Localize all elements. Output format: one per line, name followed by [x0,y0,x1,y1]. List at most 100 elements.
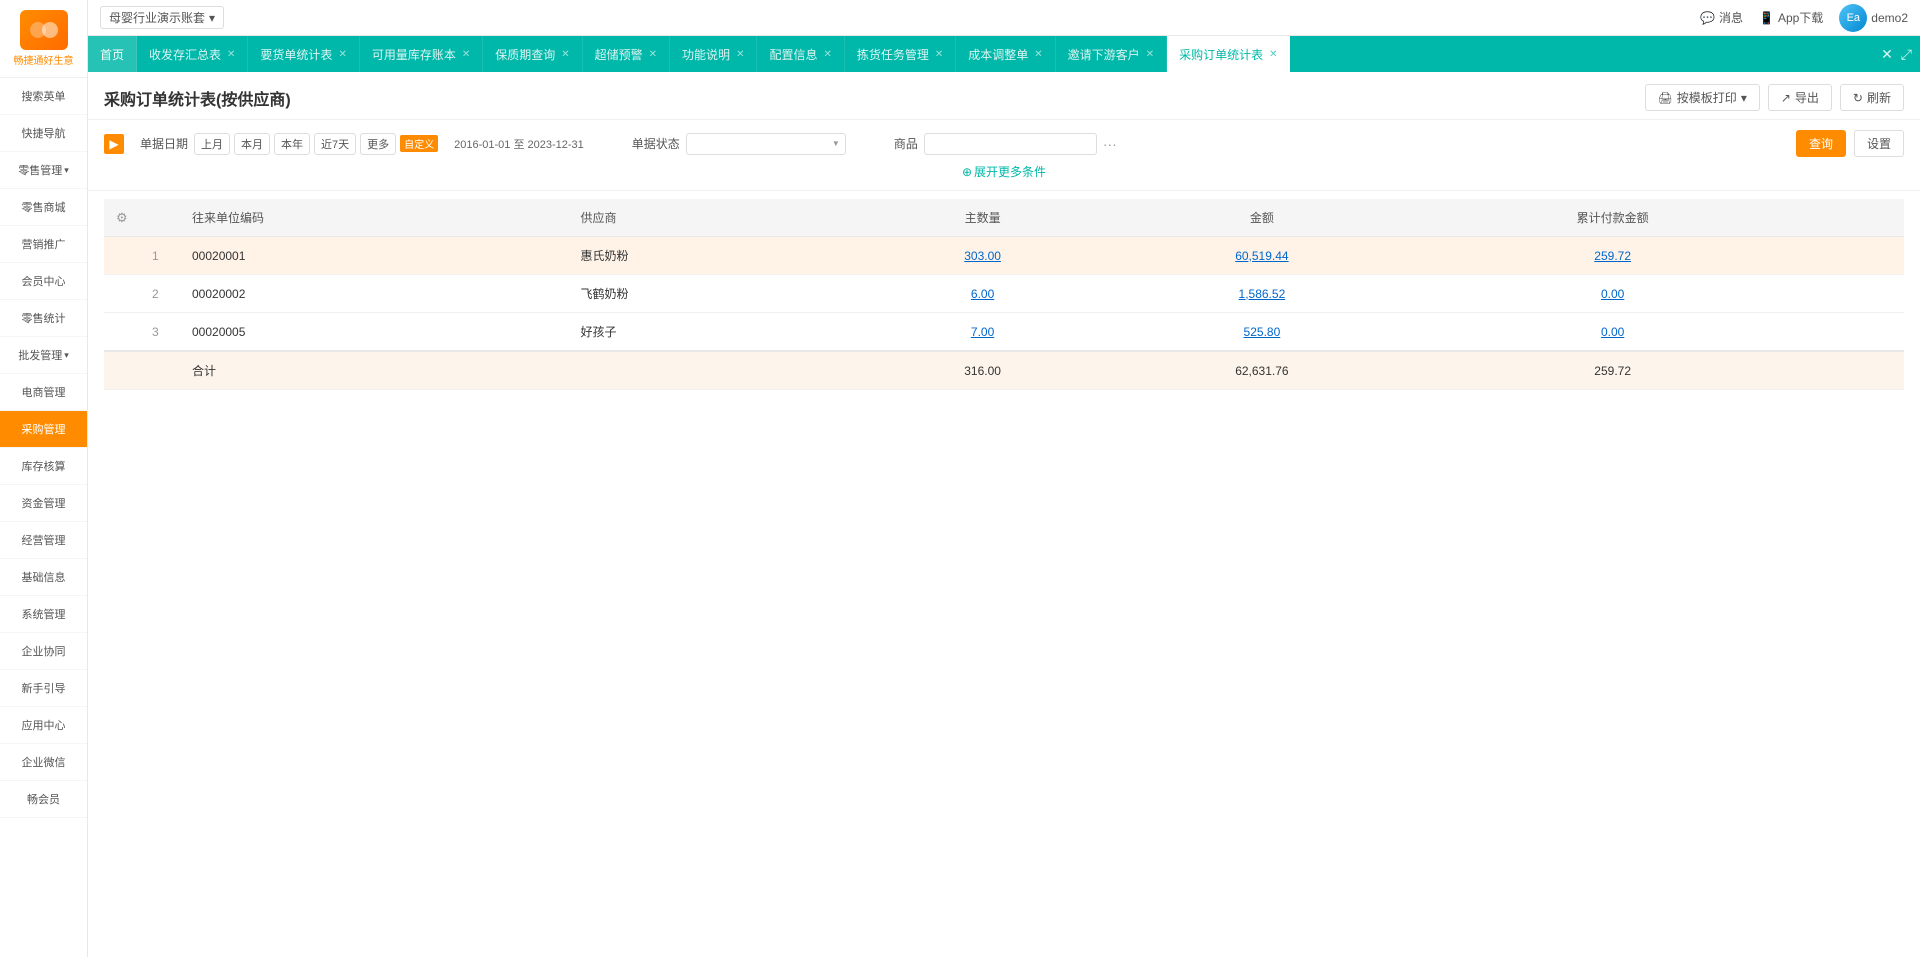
app-download-btn[interactable]: 📱 App下载 [1759,9,1823,26]
tab-expiry-query[interactable]: 保质期查询✕ [483,36,582,72]
tab-close-icon[interactable]: ✕ [462,49,470,60]
print-btn[interactable]: 🖨 按模板打印 ▾ [1645,84,1760,111]
sidebar-item-new-guide[interactable]: 新手引导 [0,670,87,707]
tab-order-stats[interactable]: 要货单统计表✕ [248,36,359,72]
row-paid-amount[interactable]: 0.00 [1418,313,1806,352]
topbar-right: 💬 消息 📱 App下载 Ea demo2 [1700,4,1908,32]
footer-quantity: 316.00 [860,351,1106,390]
tab-close-icon[interactable]: ✕ [823,49,831,60]
sidebar-item-retail-mall[interactable]: 零售商城 [0,189,87,226]
sidebar-item-label: 零售统计 [22,313,66,325]
user-profile[interactable]: Ea demo2 [1839,4,1908,32]
tab-close-icon[interactable]: ✕ [338,49,346,60]
tab-overstock-warning[interactable]: 超储预警✕ [583,36,670,72]
sidebar-item-wholesale[interactable]: 批发管理▾ [0,337,87,374]
sidebar-item-marketing[interactable]: 营销推广 [0,226,87,263]
goods-filter: 商品 ··· [894,133,1117,155]
sidebar-item-label: 企业微信 [22,757,66,769]
sidebar-item-label: 搜索英单 [22,91,66,103]
query-btn[interactable]: 查询 [1796,130,1846,157]
7days-btn[interactable]: 近7天 [314,133,356,155]
sidebar-item-label: 系统管理 [22,609,66,621]
status-select[interactable] [686,133,846,155]
quantity-column-header: 主数量 [860,199,1106,237]
tab-pick-task[interactable]: 拣货任务管理✕ [845,36,956,72]
sidebar-item-system[interactable]: 系统管理 [0,596,87,633]
tab-inventory-ledger[interactable]: 可用量库存账本 ✕ [360,36,483,72]
tab-config-info[interactable]: 配置信息✕ [757,36,844,72]
chevron-down-icon: ▾ [209,11,215,25]
tab-close-icon[interactable]: ✕ [935,49,943,60]
sidebar-item-retail[interactable]: 零售管理▾ [0,152,87,189]
row-amount[interactable]: 1,586.52 [1105,275,1418,313]
message-icon: 💬 [1700,11,1715,25]
row-paid-amount[interactable]: 259.72 [1418,237,1806,275]
goods-input[interactable] [924,133,1097,155]
more-date-btn[interactable]: 更多 [360,133,396,155]
close-tab-btn[interactable]: ✕ [1881,46,1893,63]
tab-function-desc[interactable]: 功能说明 ✕ [670,36,757,72]
row-settings [104,237,140,275]
tab-close-icon[interactable]: ✕ [227,49,235,60]
filter-toggle[interactable]: ▶ [104,134,124,154]
tab-close-icon[interactable]: ✕ [1146,49,1154,60]
tab-close-icon[interactable]: ✕ [561,49,569,60]
maximize-tab-btn[interactable]: ⤢ [1901,46,1912,63]
sidebar-item-search[interactable]: 搜索英单 [0,78,87,115]
paid-amount-column-header: 累计付款金额 [1418,199,1806,237]
table-container: ⚙ 往来单位编码 供应商 主数量 金额 累计付款金额 1 00020001 惠氏… [88,191,1920,957]
current-month-btn[interactable]: 本月 [234,133,270,155]
settings-filter-btn[interactable]: 设置 [1854,130,1904,157]
row-amount[interactable]: 60,519.44 [1105,237,1418,275]
table-body: 1 00020001 惠氏奶粉 303.00 60,519.44 259.72 … [104,237,1904,352]
column-settings-icon[interactable]: ⚙ [116,210,128,225]
sidebar-item-vip-member[interactable]: 畅会员 [0,781,87,818]
main-content: 母婴行业演示账套 ▾ 💬 消息 📱 App下载 Ea demo2 首页收发存汇总… [88,0,1920,957]
tab-invite-downstream[interactable]: 邀请下游客户 ✕ [1056,36,1167,72]
tab-label: 可用量库存账本 [372,46,456,63]
tab-close-icon[interactable]: ✕ [736,49,744,60]
row-paid-amount[interactable]: 0.00 [1418,275,1806,313]
tab-label: 功能说明 [682,46,730,63]
tab-label: 邀请下游客户 [1068,46,1140,63]
sidebar-item-label: 零售商城 [22,202,66,214]
more-filters-icon[interactable]: ··· [1103,136,1117,152]
footer-empty-2 [140,351,180,390]
row-amount[interactable]: 525.80 [1105,313,1418,352]
tab-receipt-summary[interactable]: 收发存汇总表✕ [137,36,248,72]
refresh-btn[interactable]: ↻ 刷新 [1840,84,1904,111]
sidebar-item-quick-nav[interactable]: 快捷导航 [0,115,87,152]
tab-home[interactable]: 首页 [88,36,137,72]
sidebar-item-ecommerce[interactable]: 电商管理 [0,374,87,411]
nav-tabs-actions: ✕⤢ [1873,46,1920,63]
row-quantity[interactable]: 6.00 [860,275,1106,313]
sidebar-item-label: 快捷导航 [22,128,66,140]
workspace-selector[interactable]: 母婴行业演示账套 ▾ [100,6,224,29]
message-btn[interactable]: 💬 消息 [1700,9,1743,26]
sidebar-item-operations[interactable]: 经营管理 [0,522,87,559]
sidebar-item-finance[interactable]: 资金管理 [0,485,87,522]
sidebar-item-enterprise-wechat[interactable]: 企业微信 [0,744,87,781]
sidebar-item-enterprise-coop[interactable]: 企业协同 [0,633,87,670]
sidebar-item-inventory[interactable]: 库存核算 [0,448,87,485]
sidebar-item-membership[interactable]: 会员中心 [0,263,87,300]
sidebar-item-retail-stats[interactable]: 零售统计 [0,300,87,337]
current-year-btn[interactable]: 本年 [274,133,310,155]
unit-code-column-header: 往来单位编码 [180,199,568,237]
tab-close-icon[interactable]: ✕ [1269,49,1277,60]
tab-close-icon[interactable]: ✕ [1034,49,1042,60]
tab-close-icon[interactable]: ✕ [649,49,657,60]
sidebar-item-purchase[interactable]: 采购管理 [0,411,87,448]
row-quantity[interactable]: 7.00 [860,313,1106,352]
tab-purchase-stats[interactable]: 采购订单统计表✕ [1167,36,1290,72]
sidebar-item-app-center[interactable]: 应用中心 [0,707,87,744]
sidebar-item-label: 新手引导 [22,683,66,695]
expand-btn[interactable]: ⊕ 展开更多条件 [962,163,1046,180]
row-quantity[interactable]: 303.00 [860,237,1106,275]
refresh-icon: ↻ [1853,91,1863,105]
sidebar-item-label: 批发管理 [18,347,62,363]
prev-month-btn[interactable]: 上月 [194,133,230,155]
sidebar-item-basic-info[interactable]: 基础信息 [0,559,87,596]
export-btn[interactable]: ↗ 导出 [1768,84,1832,111]
tab-cost-adjust[interactable]: 成本调整单✕ [956,36,1055,72]
